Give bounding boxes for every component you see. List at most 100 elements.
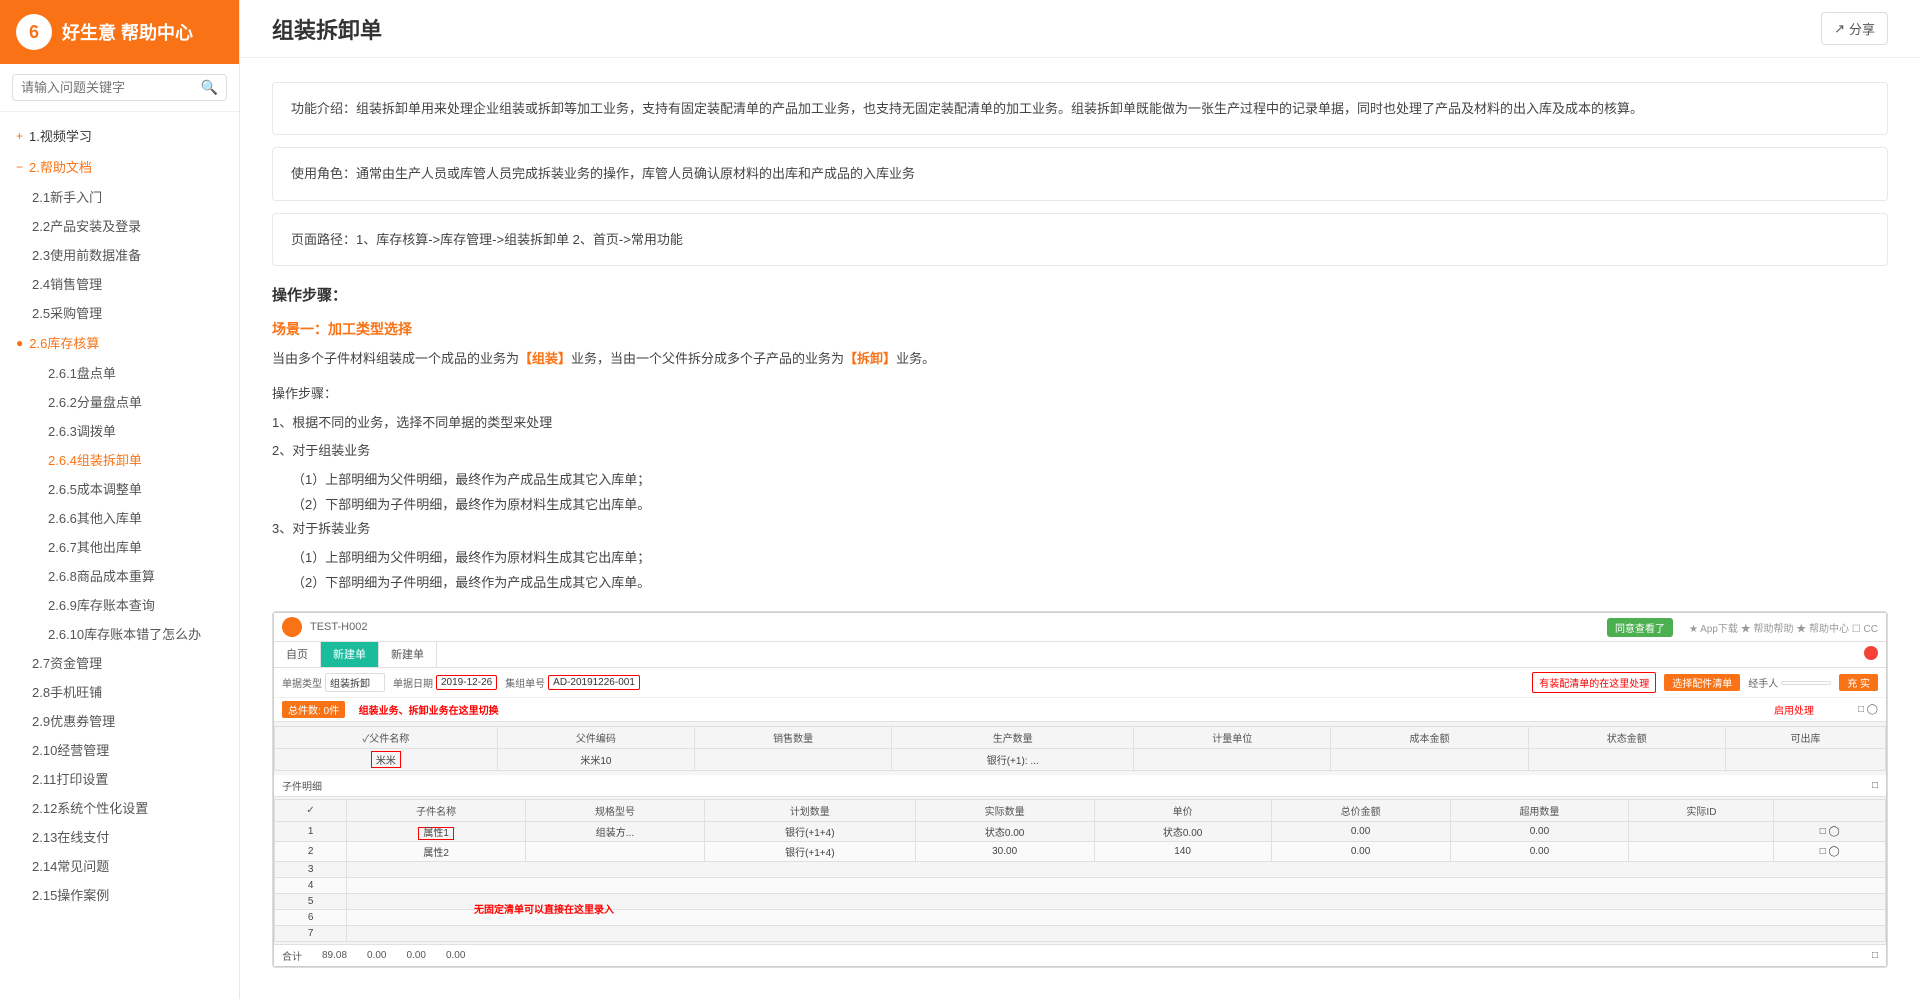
step1: 1、根据不同的业务，选择不同单据的类型来处理 xyxy=(272,411,1888,436)
intro-text: 功能介绍：组装拆卸单用来处理企业组装或拆卸等加工业务，支持有固定装配清单的产品加… xyxy=(291,101,1643,116)
mock-lr7-empty xyxy=(347,926,1886,942)
mock-lower-table: ✓ 子件名称 规格型号 计划数量 实际数量 单价 总价金额 超用数量 实际ID xyxy=(274,799,1886,942)
sidebar-item-coupon[interactable]: 2.9优惠券管理 xyxy=(0,706,239,735)
mock-field-date: 单据日期 2019-12-26 xyxy=(393,675,497,690)
sidebar-item-cases[interactable]: 2.15操作案例 xyxy=(0,880,239,909)
screenshot: TEST-H002 同意查看了 ★ App下载 ★ 帮助帮助 ★ 帮助中心 ☐ … xyxy=(272,611,1888,968)
sidebar-item-other-out[interactable]: 2.6.7其他出库单 xyxy=(0,532,239,561)
mock-footer-label: 合计 xyxy=(282,948,302,963)
mock-upper-cell-name[interactable]: 米米 xyxy=(275,749,498,771)
sidebar-item-purchase[interactable]: 2.5采购管理 xyxy=(0,298,239,327)
sidebar-item-transfer[interactable]: 2.6.3调拨单 xyxy=(0,416,239,445)
sidebar-item-biz-mgmt[interactable]: 2.10经营管理 xyxy=(0,735,239,764)
sidebar-item-stocktake[interactable]: 2.6.1盘点单 xyxy=(0,358,239,387)
mock-upper-cell-sales xyxy=(695,749,892,771)
sidebar-item-data-prep[interactable]: 2.3使用前数据准备 xyxy=(0,240,239,269)
annotation-direct-entry: 无固定清单可以直接在这里录入 xyxy=(474,901,614,916)
mock-number-input[interactable]: AD-20191226-001 xyxy=(548,675,640,690)
mock-lower-col-name: 子件名称 xyxy=(347,800,526,822)
mock-lower-col-spec: 规格型号 xyxy=(526,800,705,822)
step3-sub2: （2）下部明细为子件明细，最终作为产成品生成其它入库单。 xyxy=(272,571,1888,596)
mock-tab-new2[interactable]: 新建单 xyxy=(379,642,437,667)
mock-green-btn[interactable]: 同意查看了 xyxy=(1607,618,1673,637)
mock-section-icons: □ ◯ xyxy=(1858,704,1878,715)
mock-close-area xyxy=(1856,642,1886,667)
sidebar-item-sales[interactable]: 2.4销售管理 xyxy=(0,269,239,298)
mock-topbar: TEST-H002 同意查看了 ★ App下载 ★ 帮助帮助 ★ 帮助中心 ☐ … xyxy=(274,613,1886,642)
mock-lr2-plan: 银行(+1+4) xyxy=(704,842,915,862)
mock-handler-input[interactable] xyxy=(1781,681,1831,685)
sidebar-header: 6 好生意 帮助中心 xyxy=(0,0,239,64)
mock-col-prod-qty: 生产数量 xyxy=(892,727,1134,749)
mock-lower-col-seq: ✓ xyxy=(275,800,347,822)
mock-date-input[interactable]: 2019-12-26 xyxy=(436,675,497,690)
mock-save-btn[interactable]: 充 实 xyxy=(1839,674,1878,691)
mock-lr4-seq: 4 xyxy=(275,878,347,894)
sidebar-item-faq[interactable]: 2.14常见问题 xyxy=(0,851,239,880)
sidebar-item-cost-recalc[interactable]: 2.6.8商品成本重算 xyxy=(0,561,239,590)
sidebar-item-mobile[interactable]: 2.8手机旺铺 xyxy=(0,677,239,706)
mock-close-icon[interactable] xyxy=(1864,646,1878,660)
mock-tab-new1[interactable]: 新建单 xyxy=(321,642,379,667)
sidebar-item-docs[interactable]: − 2.帮助文档 xyxy=(0,151,239,182)
content-area: 功能介绍：组装拆卸单用来处理企业组装或拆卸等加工业务，支持有固定装配清单的产品加… xyxy=(240,58,1920,999)
mock-upper-cell-cost xyxy=(1331,749,1528,771)
mock-lr1-name[interactable]: 属性1 xyxy=(347,822,526,842)
search-wrapper[interactable]: 🔍 xyxy=(12,74,227,101)
sidebar-item-finance[interactable]: 2.7资金管理 xyxy=(0,648,239,677)
sidebar-item-install[interactable]: 2.2产品安装及登录 xyxy=(0,211,239,240)
sidebar-item-newuser[interactable]: 2.1新手入门 xyxy=(0,182,239,211)
sidebar-item-assembly[interactable]: 2.6.4组装拆卸单 xyxy=(0,445,239,474)
mock-select-parts-btn[interactable]: 选择配件清单 xyxy=(1664,674,1740,691)
sidebar-item-partial-stocktake[interactable]: 2.6.2分量盘点单 xyxy=(0,387,239,416)
sidebar-item-stock-error[interactable]: 2.6.10库存账本错了怎么办 xyxy=(0,619,239,648)
mock-lower-row-4: 4 xyxy=(275,878,1886,894)
mock-lower-col-total: 总价金额 xyxy=(1271,800,1450,822)
sidebar-item-system[interactable]: 2.12系统个性化设置 xyxy=(0,793,239,822)
sidebar-item-cost-adjust[interactable]: 2.6.5成本调整单 xyxy=(0,474,239,503)
intro-block: 功能介绍：组装拆卸单用来处理企业组装或拆卸等加工业务，支持有固定装配清单的产品加… xyxy=(272,82,1888,135)
role-text: 使用角色：通常由生产人员或库管人员完成拆装业务的操作，库管人员确认原材料的出库和… xyxy=(291,166,915,181)
sidebar-item-stock-query[interactable]: 2.6.9库存账本查询 xyxy=(0,590,239,619)
search-input[interactable] xyxy=(21,80,201,95)
mock-lr1-op: □ ◯ xyxy=(1774,822,1886,842)
mock-upper-cell-state xyxy=(1528,749,1725,771)
mock-field-handler: 经手人 xyxy=(1748,675,1831,690)
mock-upper-table: ✓父件名称 父件编码 销售数量 生产数量 计量单位 成本金额 状态金额 可出库 xyxy=(274,726,1886,771)
sidebar-item-videos-label: 1.视频学习 xyxy=(29,126,92,145)
mock-type-input[interactable]: 组装拆卸 xyxy=(325,673,385,692)
mock-lower-col-id: 实际ID xyxy=(1629,800,1774,822)
share-button[interactable]: ↗ 分享 xyxy=(1821,12,1888,45)
mock-footer-total4: 0.00 xyxy=(446,950,465,961)
mock-upper-cell-prod: 银行(+1): ... xyxy=(892,749,1134,771)
mock-lr2-name: 属性2 xyxy=(347,842,526,862)
mock-topbar-icons: ★ App下载 ★ 帮助帮助 ★ 帮助中心 ☐ CC xyxy=(1689,620,1878,635)
mock-footer-total3: 0.00 xyxy=(407,950,426,961)
main-content: 组装拆卸单 ↗ 分享 功能介绍：组装拆卸单用来处理企业组装或拆卸等加工业务，支持… xyxy=(240,0,1920,999)
mock-lower-section-header: 子件明细 □ xyxy=(274,775,1886,797)
mock-lr2-over: 0.00 xyxy=(1450,842,1629,862)
mock-qty-label[interactable]: 总件数: 0件 xyxy=(282,701,345,718)
sidebar-item-other-in[interactable]: 2.6.6其他入库单 xyxy=(0,503,239,532)
search-icon[interactable]: 🔍 xyxy=(201,79,218,96)
sidebar-item-inventory[interactable]: ● 2.6库存核算 xyxy=(0,327,239,358)
step3: 3、对于拆装业务 xyxy=(272,517,1888,542)
mock-lr6-seq: 6 xyxy=(275,910,347,926)
mock-tab-home[interactable]: 自页 xyxy=(274,642,321,667)
mock-lr1-over: 0.00 xyxy=(1450,822,1629,842)
search-box: 🔍 xyxy=(0,64,239,112)
share-icon: ↗ xyxy=(1834,21,1845,37)
mock-footer-total1: 89.08 xyxy=(322,950,347,961)
sidebar-item-videos[interactable]: + 1.视频学习 xyxy=(0,120,239,151)
mock-lower-section-icons: □ xyxy=(1872,780,1878,791)
mock-lower-row-2: 2 属性2 银行(+1+4) 30.00 140 0.00 0.00 □ ◯ xyxy=(275,842,1886,862)
sidebar-item-print[interactable]: 2.11打印设置 xyxy=(0,764,239,793)
mock-col-state-cost: 状态金额 xyxy=(1528,727,1725,749)
sidebar-item-online-pay[interactable]: 2.13在线支付 xyxy=(0,822,239,851)
mock-lr2-id xyxy=(1629,842,1774,862)
sidebar-item-docs-label: 2.帮助文档 xyxy=(29,157,92,176)
mock-footer-icons: □ xyxy=(1872,950,1878,961)
mock-col-out-avail: 可出库 xyxy=(1725,727,1885,749)
mock-lr2-price: 140 xyxy=(1094,842,1271,862)
mock-section-header: 总件数: 0件 组装业务、拆卸业务在这里切换 启用处理 □ ◯ xyxy=(274,698,1886,722)
